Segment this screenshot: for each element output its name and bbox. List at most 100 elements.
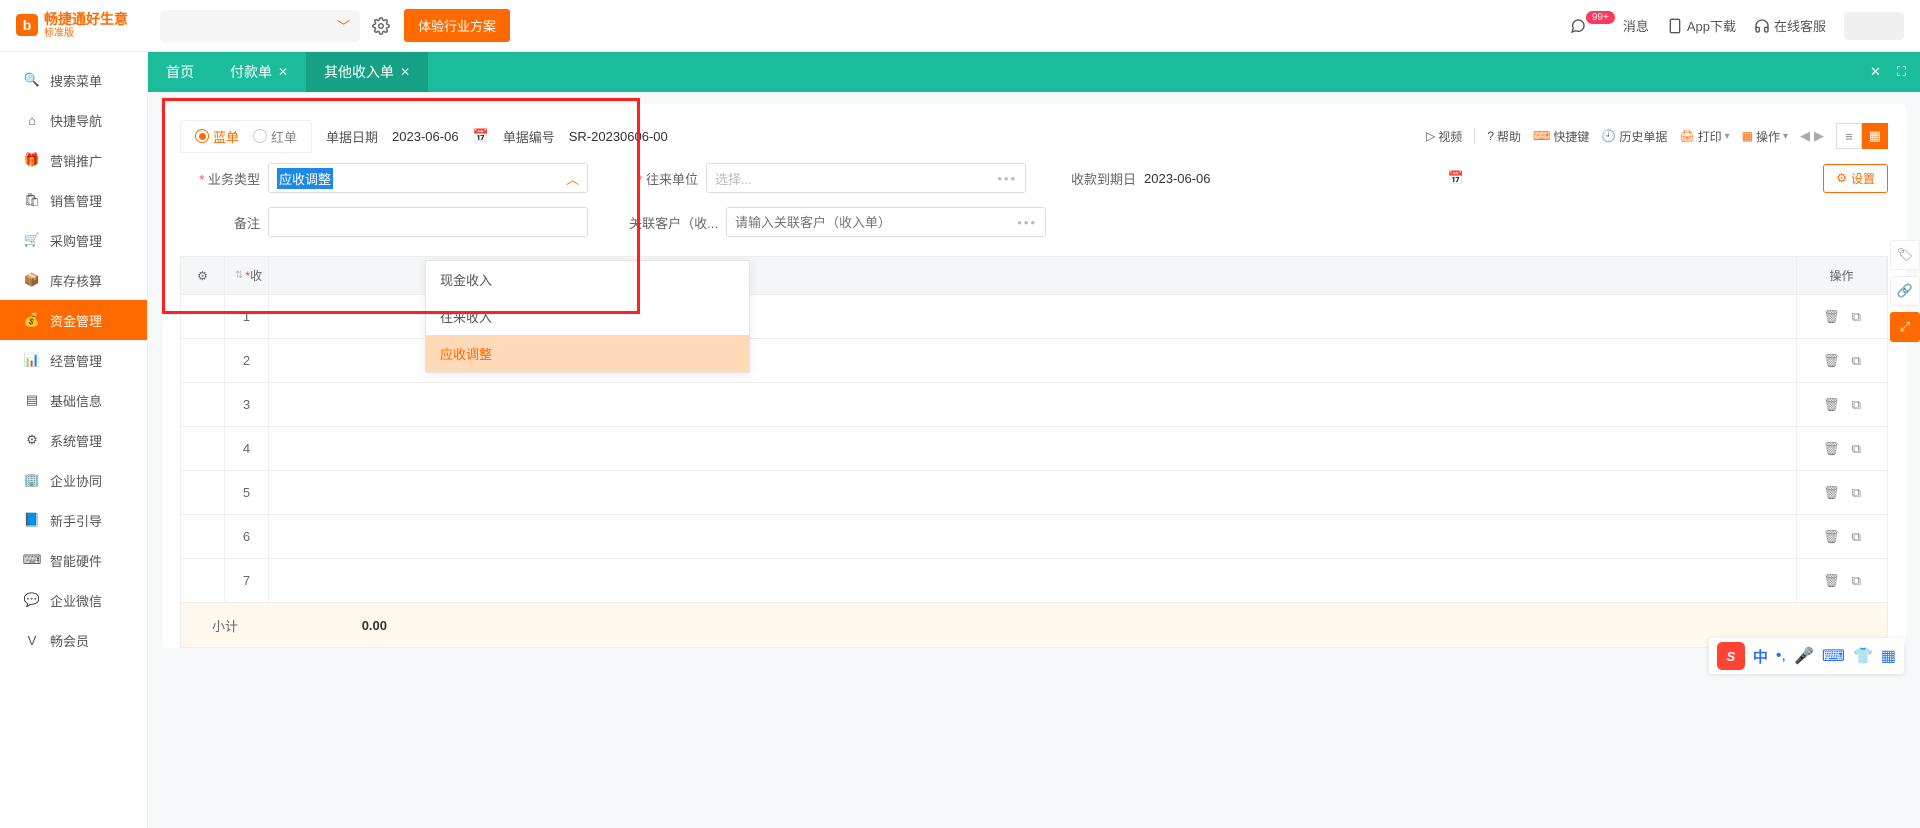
avatar[interactable]: [1844, 12, 1904, 40]
copy-icon[interactable]: ⧉: [1852, 353, 1861, 369]
operate-link[interactable]: ▦操作▾: [1742, 128, 1788, 145]
dropdown-item[interactable]: 应收调整: [426, 335, 749, 372]
radio-blue-order[interactable]: 蓝单: [195, 127, 239, 146]
more-icon[interactable]: •••: [1017, 215, 1037, 230]
history-link[interactable]: 🕘历史单据: [1601, 128, 1667, 145]
sidebar-item-funds[interactable]: 💰资金管理: [0, 300, 147, 340]
delete-icon[interactable]: 🗑: [1823, 529, 1840, 545]
messages-link[interactable]: 99+ 消息: [1570, 16, 1649, 35]
sidebar-item-system[interactable]: ⚙系统管理: [0, 420, 147, 460]
sidebar-item-quick-nav[interactable]: ⌂快捷导航: [0, 100, 147, 140]
print-link[interactable]: 🖨打印▾: [1679, 128, 1729, 145]
delete-icon[interactable]: 🗑: [1823, 397, 1840, 413]
copy-icon[interactable]: ⧉: [1852, 309, 1861, 325]
sidebar-item-purchase[interactable]: 🛒采购管理: [0, 220, 147, 260]
sidebar-item-inventory[interactable]: 📦库存核算: [0, 260, 147, 300]
close-icon[interactable]: ✕: [400, 65, 410, 79]
sidebar-item-basic-info[interactable]: ▤基础信息: [0, 380, 147, 420]
row-main-cell[interactable]: [269, 471, 1797, 514]
copy-icon[interactable]: ⧉: [1852, 573, 1861, 589]
video-link[interactable]: ▷视频: [1426, 128, 1462, 145]
delete-icon[interactable]: 🗑: [1823, 309, 1840, 325]
calendar-icon[interactable]: 📅: [473, 128, 489, 144]
ime-keyboard-icon[interactable]: ⌨: [1822, 646, 1845, 666]
delete-icon[interactable]: 🗑: [1823, 573, 1840, 589]
row-main-cell[interactable]: [269, 383, 1797, 426]
close-icon[interactable]: ✕: [278, 65, 288, 79]
delete-icon[interactable]: 🗑: [1823, 353, 1840, 369]
rail-link-icon[interactable]: 🔗: [1890, 276, 1920, 306]
settings-button[interactable]: ⚙设置: [1823, 164, 1888, 193]
row-main-cell[interactable]: [269, 427, 1797, 470]
shortcut-link[interactable]: ⌨快捷键: [1533, 128, 1589, 145]
ime-skin-icon[interactable]: 👕: [1853, 646, 1873, 666]
delete-icon[interactable]: 🗑: [1823, 441, 1840, 457]
party-select[interactable]: 选择... •••: [706, 163, 1026, 193]
row-main-cell[interactable]: [269, 559, 1797, 602]
sidebar-item-wechat[interactable]: 💬企业微信: [0, 580, 147, 620]
org-selector[interactable]: ﹀: [160, 10, 360, 42]
related-customer-input[interactable]: •••: [726, 207, 1046, 237]
trial-plan-button[interactable]: 体验行业方案: [404, 9, 510, 42]
gear-icon[interactable]: [372, 17, 390, 35]
prev-icon[interactable]: ◀: [1800, 128, 1810, 144]
sidebar-item-label: 经营管理: [50, 351, 102, 370]
remark-text[interactable]: [277, 215, 579, 230]
due-date-value[interactable]: 2023-06-06: [1144, 171, 1211, 186]
sidebar-item-member[interactable]: V畅会员: [0, 620, 147, 660]
table-settings-icon[interactable]: ⚙: [181, 257, 225, 294]
more-icon[interactable]: •••: [997, 171, 1017, 186]
sidebar-item-guide[interactable]: 📘新手引导: [0, 500, 147, 540]
dropdown-item[interactable]: 往来收入: [426, 298, 749, 335]
biz-type-select[interactable]: 应收调整 ︿: [268, 163, 588, 193]
sidebar-item-collab[interactable]: 🏢企业协同: [0, 460, 147, 500]
delete-icon[interactable]: 🗑: [1823, 485, 1840, 501]
view-list-button[interactable]: ≡: [1836, 123, 1862, 149]
sidebar-item-sales[interactable]: 🛍销售管理: [0, 180, 147, 220]
copy-icon[interactable]: ⧉: [1852, 529, 1861, 545]
next-icon[interactable]: ▶: [1814, 128, 1824, 144]
fullscreen-icon[interactable]: ⛶: [1893, 60, 1910, 84]
sidebar-item-operation[interactable]: 📊经营管理: [0, 340, 147, 380]
remark-input[interactable]: [268, 207, 588, 237]
rail-tag-icon[interactable]: 🏷: [1890, 240, 1920, 270]
copy-icon[interactable]: ⧉: [1852, 397, 1861, 413]
ime-lang[interactable]: 中: [1753, 646, 1768, 667]
doc-date-value[interactable]: 2023-06-06: [392, 129, 459, 144]
tab-payment[interactable]: 付款单✕: [212, 52, 306, 92]
row-main-cell[interactable]: [269, 515, 1797, 558]
view-card-button[interactable]: ▦: [1862, 123, 1888, 149]
ime-grid-icon[interactable]: ▦: [1881, 646, 1896, 666]
table-row[interactable]: 4🗑⧉: [181, 427, 1887, 471]
copy-icon[interactable]: ⧉: [1852, 441, 1861, 457]
copy-icon[interactable]: ⧉: [1852, 485, 1861, 501]
help-link[interactable]: ?帮助: [1487, 128, 1521, 145]
subtotal-value: 0.00: [269, 618, 399, 633]
table-row[interactable]: 6🗑⧉: [181, 515, 1887, 559]
tab-close-all-icon[interactable]: ✕: [1866, 60, 1885, 84]
table-row[interactable]: 7🗑⧉: [181, 559, 1887, 603]
sidebar-item-marketing[interactable]: 🎁营销推广: [0, 140, 147, 180]
app-download-link[interactable]: App下载: [1667, 16, 1736, 35]
online-service-link[interactable]: 在线客服: [1754, 16, 1826, 35]
radio-label: 蓝单: [213, 127, 239, 146]
grid-icon: ▦: [1742, 129, 1753, 143]
tab-bar: 首页 付款单✕ 其他收入单✕ ✕ ⛶: [148, 52, 1920, 92]
rail-expand-icon[interactable]: ⤢: [1890, 312, 1920, 342]
table-row[interactable]: 3🗑⧉: [181, 383, 1887, 427]
table-row[interactable]: 5🗑⧉: [181, 471, 1887, 515]
home-icon: ⌂: [24, 112, 40, 128]
related-customer-text[interactable]: [735, 215, 1017, 230]
sidebar-item-hardware[interactable]: ⌨智能硬件: [0, 540, 147, 580]
ime-punct-icon[interactable]: •,: [1776, 647, 1786, 665]
table-col-sort[interactable]: ⇅*收: [225, 257, 269, 294]
book-icon: 📘: [24, 512, 40, 528]
tab-other-income[interactable]: 其他收入单✕: [306, 52, 428, 92]
subtotal-label: 小计: [181, 616, 269, 635]
dropdown-item[interactable]: 现金收入: [426, 261, 749, 298]
calendar-icon[interactable]: 📅: [1448, 170, 1464, 186]
radio-red-order[interactable]: 红单: [253, 127, 297, 146]
ime-mic-icon[interactable]: 🎤: [1794, 646, 1814, 666]
tab-home[interactable]: 首页: [148, 52, 212, 92]
sidebar-item-search-menu[interactable]: 🔍搜索菜单: [0, 60, 147, 100]
